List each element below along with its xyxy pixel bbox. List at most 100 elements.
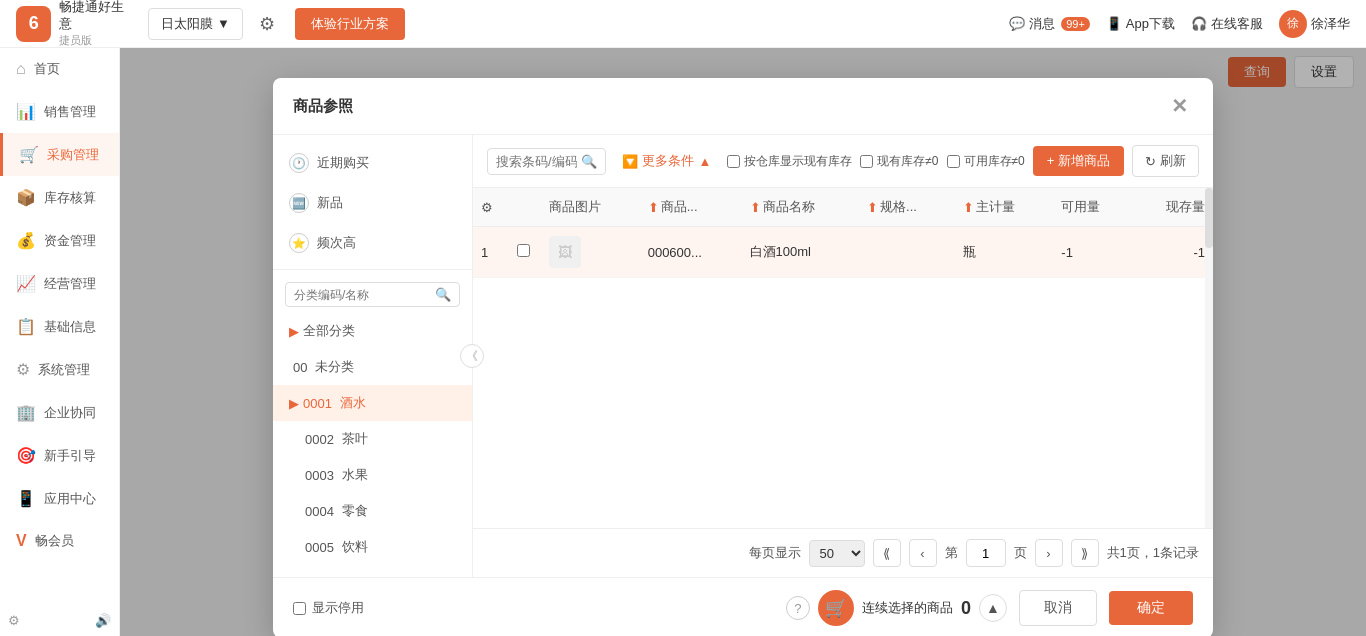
purchase-icon: 🛒 (19, 145, 39, 164)
sidebar: ⌂ 首页 📊 销售管理 🛒 采购管理 📦 库存核算 💰 资金管理 📈 经营管理 … (0, 48, 120, 636)
page-input[interactable] (966, 539, 1006, 567)
operations-icon: 📈 (16, 274, 36, 293)
modal-body: 🕐 近期购买 🆕 新品 ⭐ 频次高 🔍 (273, 135, 1213, 577)
category-00[interactable]: 00 未分类 (273, 349, 472, 385)
product-thumbnail: 🖼 (549, 236, 581, 268)
left-panel: 🕐 近期购买 🆕 新品 ⭐ 频次高 🔍 (273, 135, 473, 577)
sidebar-item-purchase[interactable]: 🛒 采购管理 (0, 133, 119, 176)
refresh-btn[interactable]: ↻ 刷新 (1132, 145, 1199, 177)
notification-item[interactable]: 💬 消息 99+ (1009, 15, 1090, 33)
logo-area: 6 畅捷通好生意 捷员版 (16, 0, 136, 48)
category-all[interactable]: ▶ 全部分类 (273, 313, 472, 349)
col-name[interactable]: ⬆ 商品名称 (742, 188, 860, 227)
add-product-btn[interactable]: + 新增商品 (1033, 146, 1124, 176)
sidebar-item-label: 基础信息 (44, 318, 96, 336)
sidebar-item-basic-info[interactable]: 📋 基础信息 (0, 305, 119, 348)
col-image: 商品图片 (541, 188, 640, 227)
sort-icon: ⬆ (963, 200, 974, 215)
stock-checkbox-label[interactable]: 现有库存≠0 (860, 153, 938, 170)
scrollbar[interactable] (1205, 188, 1213, 528)
volume-icon[interactable]: 🔊 (95, 613, 111, 628)
category-0004[interactable]: 0004 零食 (273, 493, 472, 529)
confirm-btn[interactable]: 确定 (1109, 591, 1193, 625)
product-search-box: 🔍 (487, 148, 606, 175)
warehouse-checkbox[interactable] (727, 155, 740, 168)
next-page-btn[interactable]: › (1035, 539, 1063, 567)
experience-btn[interactable]: 体验行业方案 (295, 8, 405, 40)
prev-page-btn[interactable]: ‹ (909, 539, 937, 567)
show-disabled-label[interactable]: 显示停用 (293, 599, 364, 617)
gear-icon[interactable]: ⚙ (251, 8, 283, 40)
page-size-select[interactable]: 50 10 20 100 (809, 540, 865, 567)
sidebar-item-label: 系统管理 (38, 361, 90, 379)
sidebar-item-inventory[interactable]: 📦 库存核算 (0, 176, 119, 219)
app-download-item[interactable]: 📱 App下载 (1106, 15, 1175, 33)
filter-btn[interactable]: 🔽 更多条件 ▲ (614, 147, 719, 175)
sidebar-item-sales[interactable]: 📊 销售管理 (0, 90, 119, 133)
new-products-item[interactable]: 🆕 新品 (273, 183, 472, 223)
sidebar-item-enterprise[interactable]: 🏢 企业协同 (0, 391, 119, 434)
cell-name: 白酒100ml (742, 227, 860, 278)
category-search-box: 🔍 (285, 282, 460, 307)
apps-icon: 📱 (16, 489, 36, 508)
sidebar-item-operations[interactable]: 📈 经营管理 (0, 262, 119, 305)
user-item[interactable]: 徐 徐泽华 (1279, 10, 1350, 38)
close-icon[interactable]: ✕ (1165, 92, 1193, 120)
recent-purchase-item[interactable]: 🕐 近期购买 (273, 143, 472, 183)
refresh-icon: ↻ (1145, 154, 1156, 169)
col-settings[interactable]: ⚙ (473, 188, 509, 227)
available-checkbox-label[interactable]: 可用库存≠0 (947, 153, 1025, 170)
warehouse-checkbox-label[interactable]: 按仓库显示现有库存 (727, 153, 852, 170)
sidebar-item-label: 首页 (34, 60, 60, 78)
sidebar-item-label: 新手引导 (44, 447, 96, 465)
cell-available: -1 (1053, 227, 1133, 278)
table-row[interactable]: 1 🖼 000600... (473, 227, 1213, 278)
category-0008[interactable]: 0008 水 (273, 565, 472, 569)
sidebar-item-system[interactable]: ⚙ 系统管理 (0, 348, 119, 391)
right-panel: 🔍 🔽 更多条件 ▲ 按仓库显示现有库存 (473, 135, 1213, 577)
collapse-up-btn[interactable]: ▲ (979, 594, 1007, 622)
help-icon[interactable]: ? (786, 596, 810, 620)
category-0005[interactable]: 0005 饮料 (273, 529, 472, 565)
sidebar-item-guide[interactable]: 🎯 新手引导 (0, 434, 119, 477)
cell-image: 🖼 (541, 227, 640, 278)
available-checkbox[interactable] (947, 155, 960, 168)
row-checkbox[interactable] (517, 244, 530, 257)
col-unit[interactable]: ⬆ 主计量 (955, 188, 1054, 227)
page-label: 第 (945, 544, 958, 562)
cart-count: 0 (961, 598, 971, 619)
product-search-input[interactable] (496, 154, 577, 169)
sidebar-item-finance[interactable]: 💰 资金管理 (0, 219, 119, 262)
enterprise-icon: 🏢 (16, 403, 36, 422)
cell-index: 1 (473, 227, 509, 278)
category-0003[interactable]: 0003 水果 (273, 457, 472, 493)
last-page-btn[interactable]: ⟫ (1071, 539, 1099, 567)
cell-checkbox[interactable] (509, 227, 541, 278)
sidebar-item-apps[interactable]: 📱 应用中心 (0, 477, 119, 520)
category-0001[interactable]: ▶ 0001 酒水 (273, 385, 472, 421)
sidebar-item-home[interactable]: ⌂ 首页 (0, 48, 119, 90)
category-0002[interactable]: 0002 茶叶 (273, 421, 472, 457)
guide-icon: 🎯 (16, 446, 36, 465)
scrollbar-thumb[interactable] (1205, 188, 1213, 248)
sidebar-item-label: 企业协同 (44, 404, 96, 422)
nav-selector[interactable]: 日太阳膜 ▼ (148, 8, 243, 40)
sidebar-item-member[interactable]: V 畅会员 (0, 520, 119, 562)
col-checkbox (509, 188, 541, 227)
cart-btn[interactable]: 🛒 (818, 590, 854, 626)
online-service-item[interactable]: 🎧 在线客服 (1191, 15, 1263, 33)
category-list: ▶ 全部分类 00 未分类 ▶ 0001 酒水 (273, 313, 472, 569)
stock-checkbox[interactable] (860, 155, 873, 168)
category-search-input[interactable] (294, 288, 431, 302)
search-icon[interactable]: 🔍 (435, 287, 451, 302)
frequent-item[interactable]: ⭐ 频次高 (273, 223, 472, 263)
settings-bottom-icon[interactable]: ⚙ (8, 613, 20, 628)
member-icon: V (16, 532, 27, 550)
search-icon[interactable]: 🔍 (581, 154, 597, 169)
show-disabled-checkbox[interactable] (293, 602, 306, 615)
cancel-btn[interactable]: 取消 (1019, 590, 1097, 626)
cart-label: 连续选择的商品 (862, 599, 953, 617)
first-page-btn[interactable]: ⟪ (873, 539, 901, 567)
col-spec[interactable]: ⬆ 规格... (859, 188, 955, 227)
col-code[interactable]: ⬆ 商品... (640, 188, 742, 227)
